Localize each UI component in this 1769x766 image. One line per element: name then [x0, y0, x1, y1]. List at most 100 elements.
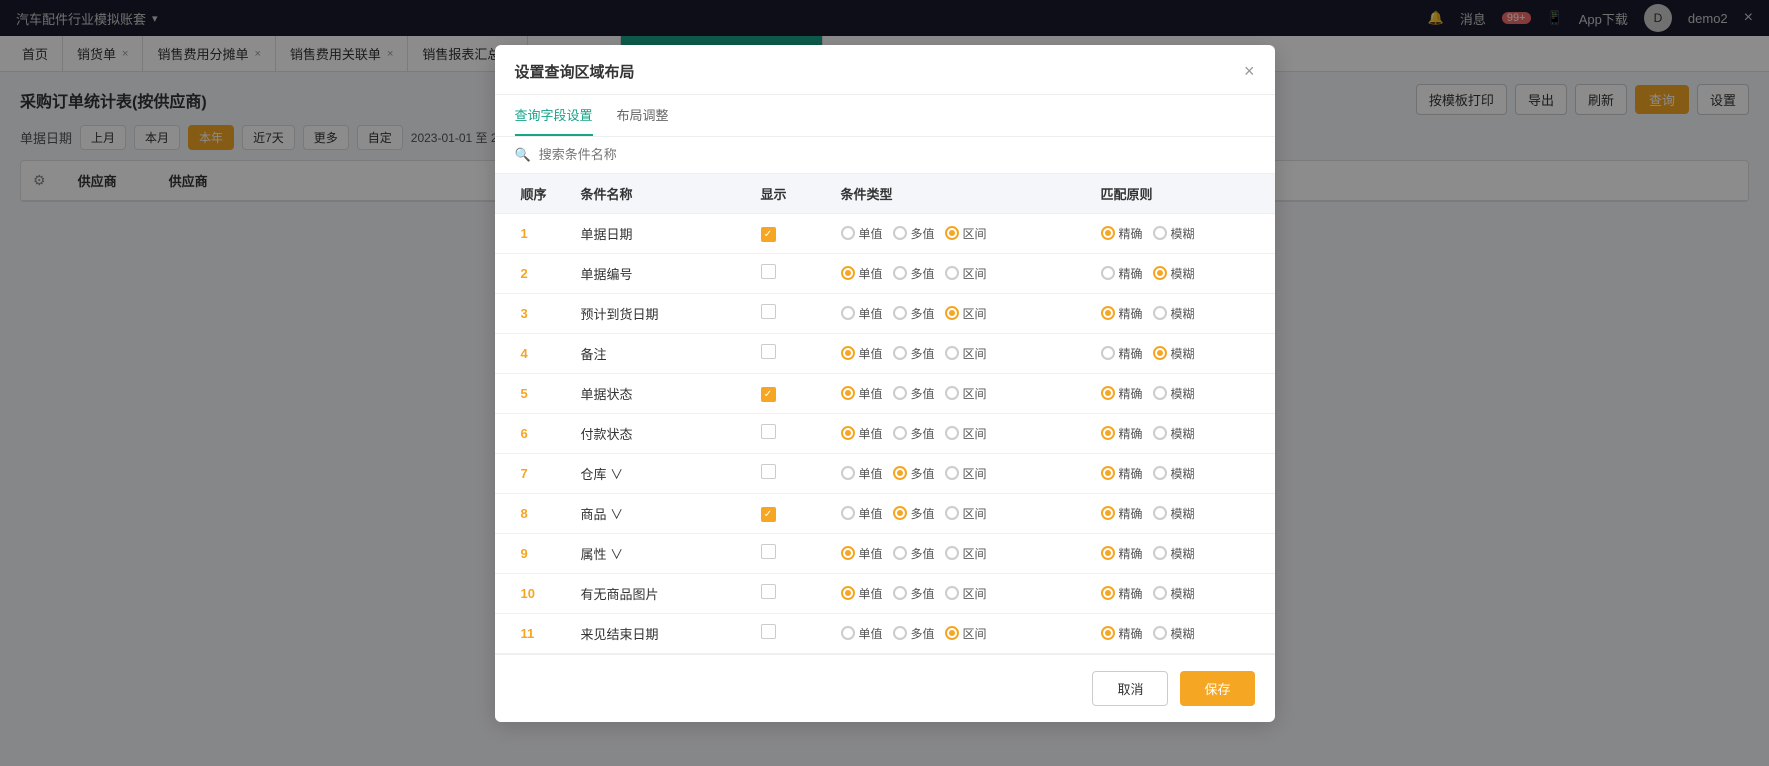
radio-item[interactable]: 多值: [893, 625, 935, 642]
radio-dot[interactable]: [1101, 226, 1115, 240]
radio-item[interactable]: 区间: [945, 625, 987, 642]
radio-item[interactable]: 模糊: [1153, 225, 1195, 242]
radio-dot[interactable]: [841, 226, 855, 240]
radio-dot[interactable]: [945, 466, 959, 480]
radio-item[interactable]: 模糊: [1153, 345, 1195, 362]
radio-dot[interactable]: [893, 346, 907, 360]
radio-dot[interactable]: [1153, 226, 1167, 240]
radio-dot[interactable]: [893, 546, 907, 560]
radio-item[interactable]: 区间: [945, 305, 987, 322]
radio-dot[interactable]: [841, 386, 855, 400]
radio-dot[interactable]: [893, 426, 907, 440]
radio-dot[interactable]: [1153, 306, 1167, 320]
radio-item[interactable]: 多值: [893, 225, 935, 242]
radio-item[interactable]: 区间: [945, 385, 987, 402]
radio-item[interactable]: 单值: [841, 545, 883, 562]
display-checkbox[interactable]: [761, 507, 776, 522]
radio-dot[interactable]: [945, 586, 959, 600]
radio-dot[interactable]: [893, 266, 907, 280]
radio-item[interactable]: 单值: [841, 265, 883, 282]
radio-item[interactable]: 区间: [945, 345, 987, 362]
display-checkbox[interactable]: [761, 464, 776, 479]
radio-dot[interactable]: [893, 306, 907, 320]
radio-dot[interactable]: [1153, 466, 1167, 480]
radio-dot[interactable]: [1101, 546, 1115, 560]
row-checkbox-cell[interactable]: [755, 534, 835, 572]
radio-dot[interactable]: [1101, 466, 1115, 480]
row-checkbox-cell[interactable]: [755, 614, 835, 652]
row-checkbox-cell[interactable]: [755, 495, 835, 532]
radio-item[interactable]: 多值: [893, 425, 935, 442]
radio-item[interactable]: 区间: [945, 225, 987, 242]
radio-dot[interactable]: [841, 306, 855, 320]
save-button[interactable]: 保存: [1180, 671, 1254, 706]
display-checkbox[interactable]: [761, 387, 776, 402]
radio-item[interactable]: 多值: [893, 345, 935, 362]
radio-item[interactable]: 模糊: [1153, 505, 1195, 522]
radio-dot[interactable]: [893, 506, 907, 520]
radio-dot[interactable]: [945, 626, 959, 640]
radio-item[interactable]: 多值: [893, 465, 935, 482]
row-checkbox-cell[interactable]: [755, 215, 835, 252]
display-checkbox[interactable]: [761, 624, 776, 639]
radio-dot[interactable]: [841, 626, 855, 640]
radio-item[interactable]: 单值: [841, 465, 883, 482]
radio-dot[interactable]: [1153, 626, 1167, 640]
radio-item[interactable]: 区间: [945, 265, 987, 282]
radio-item[interactable]: 区间: [945, 505, 987, 522]
radio-dot[interactable]: [1101, 426, 1115, 440]
radio-dot[interactable]: [893, 626, 907, 640]
radio-item[interactable]: 模糊: [1153, 385, 1195, 402]
radio-item[interactable]: 精确: [1101, 385, 1143, 402]
radio-item[interactable]: 精确: [1101, 265, 1143, 282]
radio-item[interactable]: 单值: [841, 385, 883, 402]
radio-dot[interactable]: [841, 546, 855, 560]
display-checkbox[interactable]: [761, 584, 776, 599]
radio-dot[interactable]: [945, 346, 959, 360]
radio-dot[interactable]: [1153, 346, 1167, 360]
radio-dot[interactable]: [945, 546, 959, 560]
radio-item[interactable]: 精确: [1101, 585, 1143, 602]
radio-dot[interactable]: [1101, 306, 1115, 320]
radio-dot[interactable]: [893, 466, 907, 480]
radio-item[interactable]: 精确: [1101, 225, 1143, 242]
radio-dot[interactable]: [945, 386, 959, 400]
radio-dot[interactable]: [1153, 586, 1167, 600]
dialog-close-icon[interactable]: ×: [1244, 61, 1255, 82]
radio-dot[interactable]: [945, 306, 959, 320]
radio-dot[interactable]: [945, 426, 959, 440]
radio-dot[interactable]: [1153, 506, 1167, 520]
radio-item[interactable]: 单值: [841, 225, 883, 242]
radio-dot[interactable]: [1153, 386, 1167, 400]
radio-item[interactable]: 多值: [893, 385, 935, 402]
radio-item[interactable]: 精确: [1101, 505, 1143, 522]
row-checkbox-cell[interactable]: [755, 454, 835, 492]
radio-item[interactable]: 模糊: [1153, 465, 1195, 482]
radio-item[interactable]: 多值: [893, 545, 935, 562]
row-checkbox-cell[interactable]: [755, 574, 835, 612]
cancel-button[interactable]: 取消: [1092, 671, 1168, 706]
row-checkbox-cell[interactable]: [755, 375, 835, 412]
radio-dot[interactable]: [841, 466, 855, 480]
radio-item[interactable]: 单值: [841, 625, 883, 642]
radio-item[interactable]: 精确: [1101, 545, 1143, 562]
radio-dot[interactable]: [1101, 586, 1115, 600]
display-checkbox[interactable]: [761, 264, 776, 279]
radio-item[interactable]: 单值: [841, 345, 883, 362]
display-checkbox[interactable]: [761, 227, 776, 242]
display-checkbox[interactable]: [761, 344, 776, 359]
radio-item[interactable]: 精确: [1101, 305, 1143, 322]
display-checkbox[interactable]: [761, 304, 776, 319]
radio-dot[interactable]: [1101, 266, 1115, 280]
radio-item[interactable]: 精确: [1101, 345, 1143, 362]
radio-item[interactable]: 模糊: [1153, 545, 1195, 562]
radio-item[interactable]: 区间: [945, 585, 987, 602]
radio-item[interactable]: 多值: [893, 505, 935, 522]
radio-dot[interactable]: [945, 266, 959, 280]
radio-dot[interactable]: [841, 266, 855, 280]
row-checkbox-cell[interactable]: [755, 294, 835, 332]
row-checkbox-cell[interactable]: [755, 254, 835, 292]
radio-item[interactable]: 精确: [1101, 425, 1143, 442]
search-input[interactable]: [539, 147, 1255, 162]
radio-dot[interactable]: [1101, 626, 1115, 640]
